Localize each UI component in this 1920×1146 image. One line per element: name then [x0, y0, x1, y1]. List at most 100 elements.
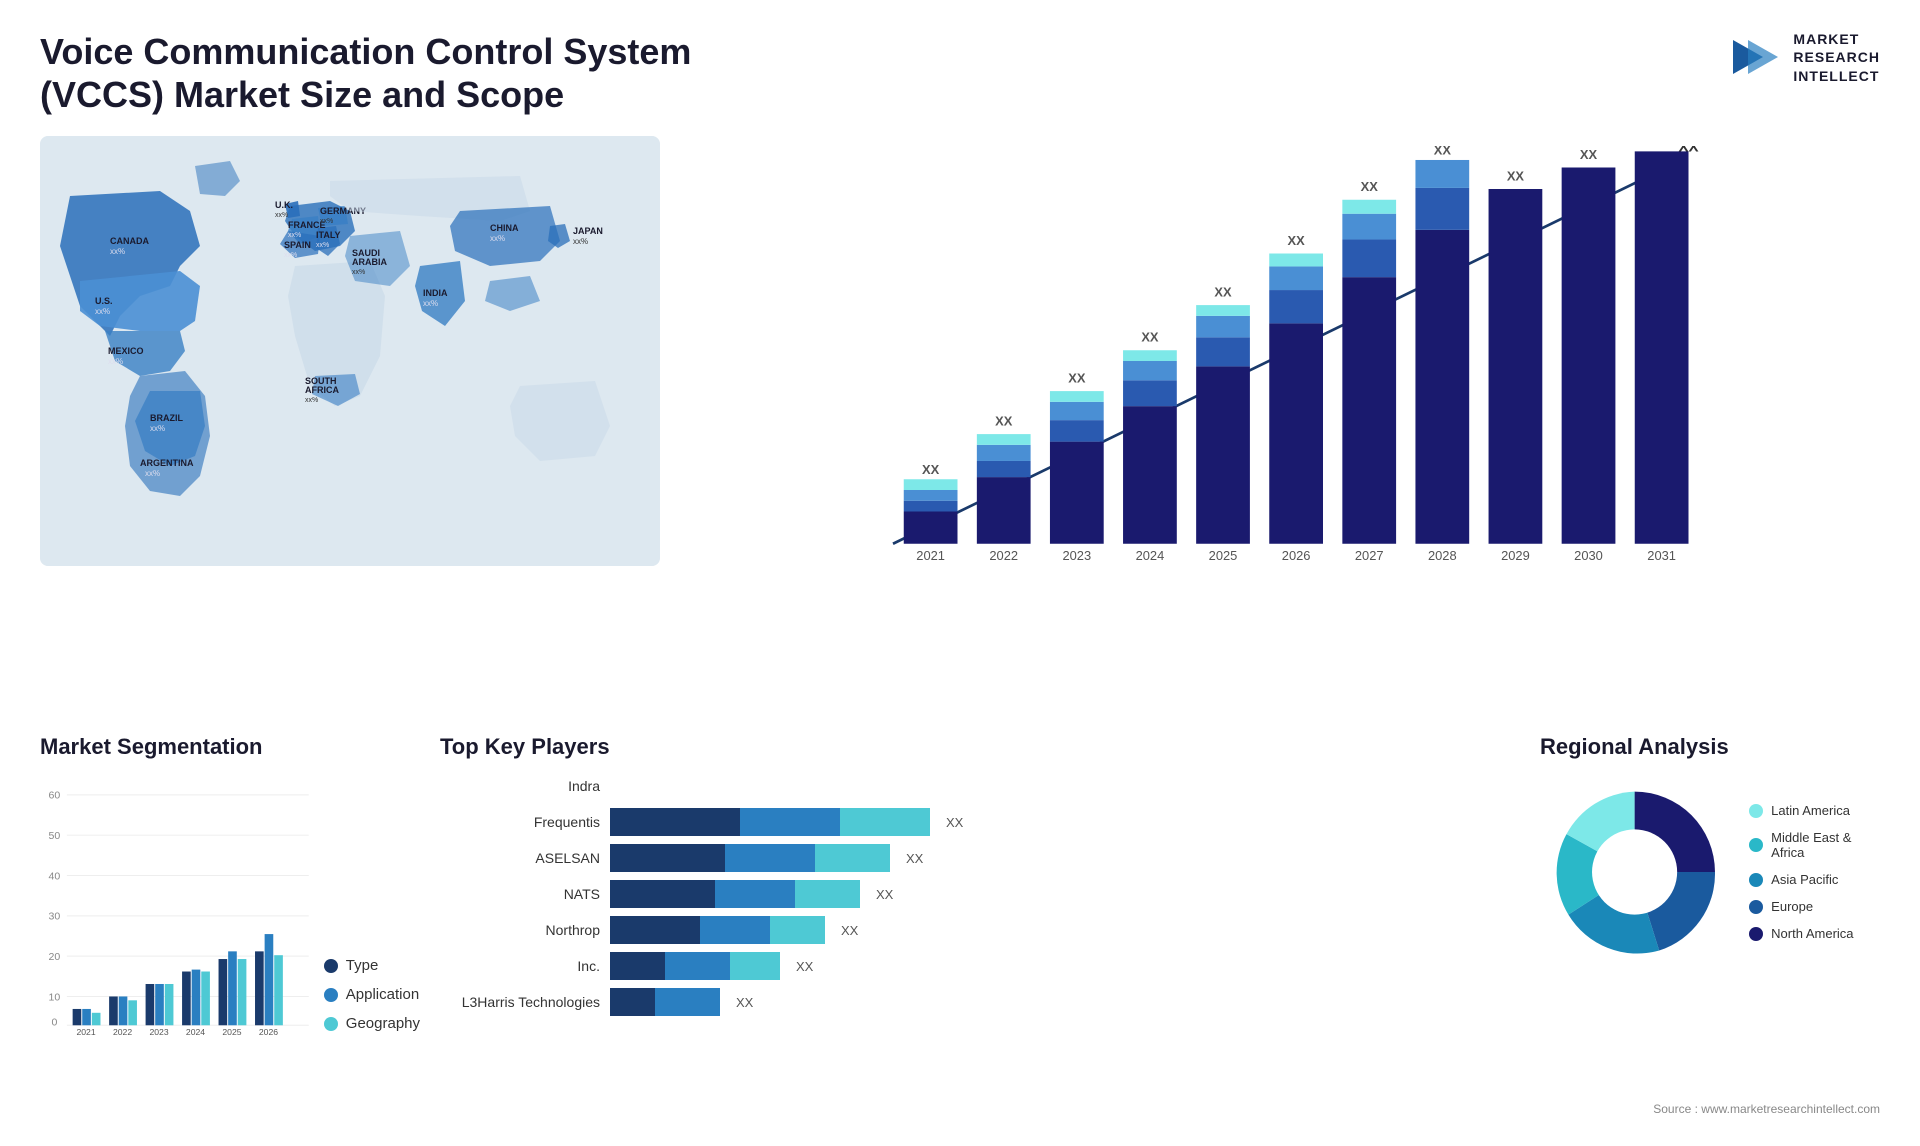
bar-seg2 — [665, 952, 730, 980]
player-name-indra: Indra — [440, 778, 600, 794]
regional-legend: Latin America Middle East & Africa Asia … — [1749, 803, 1880, 941]
svg-text:0: 0 — [51, 1016, 57, 1028]
svg-text:2026: 2026 — [259, 1027, 278, 1037]
svg-text:20: 20 — [49, 951, 61, 963]
svg-text:2026: 2026 — [1282, 548, 1311, 563]
bar-seg2 — [740, 808, 840, 836]
player-xx-frequentis: XX — [946, 815, 963, 830]
player-row-indra: Indra — [440, 772, 1520, 800]
svg-text:U.K.: U.K. — [275, 200, 293, 210]
svg-text:XX: XX — [1361, 180, 1379, 195]
regional-legend-latin: Latin America — [1749, 803, 1880, 818]
player-bar-nats — [610, 880, 860, 908]
svg-text:U.S.: U.S. — [95, 296, 113, 306]
logo-line1: MARKET — [1793, 30, 1880, 48]
svg-text:2022: 2022 — [113, 1027, 132, 1037]
main-content: CANADA xx% U.S. xx% MEXICO xx% BRAZIL xx… — [40, 136, 1880, 714]
svg-text:2030: 2030 — [1574, 548, 1603, 563]
legend-label-geography: Geography — [346, 1015, 420, 1032]
svg-text:xx%: xx% — [320, 218, 333, 225]
legend-type: Type — [324, 957, 420, 974]
bar-seg1 — [610, 952, 665, 980]
legend-application: Application — [324, 986, 420, 1003]
svg-text:XX: XX — [1214, 285, 1232, 300]
player-row-frequentis: Frequentis XX — [440, 808, 1520, 836]
player-name-aselsan: ASELSAN — [440, 850, 600, 866]
bar-seg2 — [715, 880, 795, 908]
svg-text:2024: 2024 — [1136, 548, 1165, 563]
bar-seg3 — [730, 952, 780, 980]
bar-seg3 — [815, 844, 890, 872]
dot-mea — [1749, 838, 1763, 852]
bar-seg1 — [610, 916, 700, 944]
svg-text:XX: XX — [1434, 146, 1452, 158]
svg-text:50: 50 — [49, 830, 61, 842]
svg-text:AFRICA: AFRICA — [305, 385, 339, 395]
donut-chart — [1540, 772, 1729, 972]
svg-text:2031: 2031 — [1647, 548, 1676, 563]
svg-text:30: 30 — [49, 911, 61, 923]
svg-text:XX: XX — [1068, 371, 1086, 386]
bar-seg3 — [840, 808, 930, 836]
regional-legend-mea: Middle East & Africa — [1749, 830, 1880, 860]
svg-text:XX: XX — [1580, 147, 1598, 162]
svg-text:xx%: xx% — [423, 299, 438, 308]
svg-text:xx%: xx% — [108, 357, 123, 366]
player-xx-l3harris: XX — [736, 995, 753, 1010]
svg-text:ITALY: ITALY — [316, 230, 341, 240]
regional-legend-apac: Asia Pacific — [1749, 872, 1880, 887]
regional-section: Regional Analysis — [1540, 734, 1880, 1094]
donut-container: Latin America Middle East & Africa Asia … — [1540, 772, 1880, 972]
logo-line2: RESEARCH — [1793, 48, 1880, 66]
svg-text:2023: 2023 — [1062, 548, 1091, 563]
label-apac: Asia Pacific — [1771, 872, 1838, 887]
header: Voice Communication Control System (VCCS… — [40, 30, 1880, 116]
svg-text:2029: 2029 — [1501, 548, 1530, 563]
legend-label-type: Type — [346, 957, 379, 974]
legend-label-application: Application — [346, 986, 419, 1003]
player-row-nats: NATS XX — [440, 880, 1520, 908]
player-bar-l3harris — [610, 988, 720, 1016]
svg-text:ARGENTINA: ARGENTINA — [140, 458, 194, 468]
legend-dot-geography — [324, 1017, 338, 1031]
segmentation-title: Market Segmentation — [40, 734, 420, 760]
svg-text:2025: 2025 — [1209, 548, 1238, 563]
player-name-northrop: Northrop — [440, 922, 600, 938]
svg-text:2025: 2025 — [222, 1027, 241, 1037]
svg-text:INDIA: INDIA — [423, 288, 448, 298]
player-row-inc: Inc. XX — [440, 952, 1520, 980]
legend-geography: Geography — [324, 1015, 420, 1032]
svg-text:XX: XX — [1288, 233, 1306, 248]
svg-text:CANADA: CANADA — [110, 236, 149, 246]
bar-seg1 — [610, 988, 655, 1016]
player-name-l3harris: L3Harris Technologies — [440, 994, 600, 1010]
svg-text:xx%: xx% — [305, 397, 318, 404]
svg-text:xx%: xx% — [490, 234, 505, 243]
dot-latin — [1749, 804, 1763, 818]
player-bar-inc — [610, 952, 780, 980]
svg-text:2028: 2028 — [1428, 548, 1457, 563]
svg-text:JAPAN: JAPAN — [573, 226, 603, 236]
bar-seg2 — [725, 844, 815, 872]
bar-seg1 — [610, 844, 725, 872]
player-row-aselsan: ASELSAN XX — [440, 844, 1520, 872]
svg-text:xx%: xx% — [110, 247, 125, 256]
label-mea: Middle East & Africa — [1771, 830, 1880, 860]
player-bar-aselsan — [610, 844, 890, 872]
bar-seg3 — [770, 916, 825, 944]
svg-text:xx%: xx% — [288, 232, 301, 239]
svg-text:BRAZIL: BRAZIL — [150, 413, 183, 423]
bar-seg1 — [610, 808, 740, 836]
players-section: Top Key Players Indra Frequentis XX — [440, 734, 1520, 1094]
logo-area: MARKET RESEARCH INTELLECT — [1728, 30, 1880, 85]
svg-text:10: 10 — [49, 991, 61, 1003]
svg-text:2021: 2021 — [76, 1027, 95, 1037]
logo-line3: INTELLECT — [1793, 67, 1880, 85]
label-latin: Latin America — [1771, 803, 1850, 818]
world-map: CANADA xx% U.S. xx% MEXICO xx% BRAZIL xx… — [40, 136, 660, 566]
dot-europe — [1749, 900, 1763, 914]
svg-text:xx%: xx% — [150, 424, 165, 433]
svg-text:XX: XX — [1507, 169, 1525, 184]
svg-text:2024: 2024 — [186, 1027, 205, 1037]
svg-text:xx%: xx% — [275, 212, 288, 219]
